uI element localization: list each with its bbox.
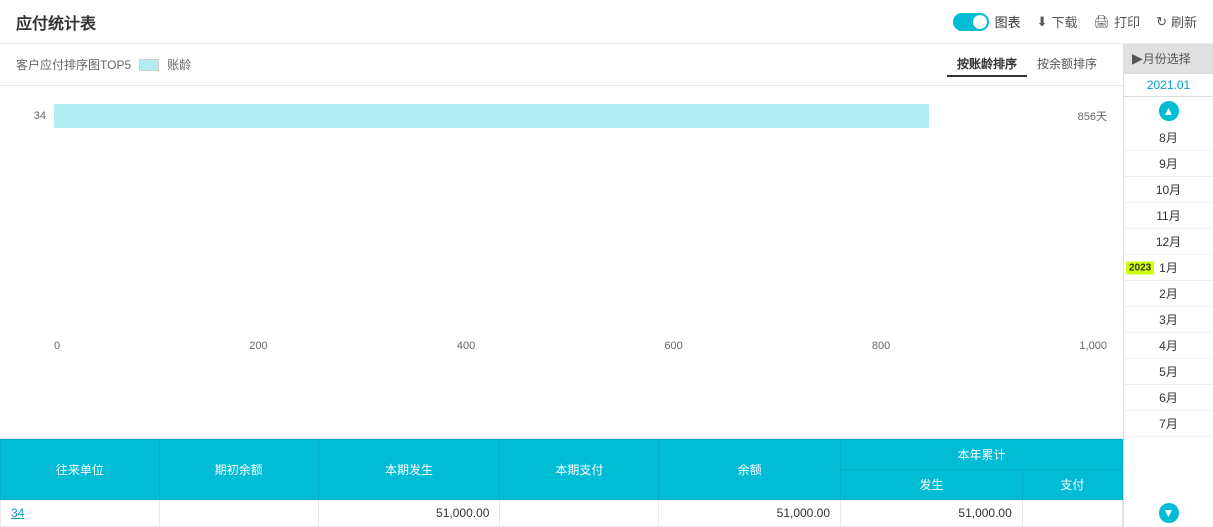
- sidebar-month-item[interactable]: 11月: [1124, 203, 1213, 229]
- print-icon: 🖨: [1094, 14, 1111, 30]
- bar-row: 34 856天: [16, 96, 1107, 136]
- col-ytd-occur-header: 发生: [841, 470, 1023, 500]
- chart-toggle-container[interactable]: 图表: [953, 12, 1021, 31]
- download-button[interactable]: ⬇ 下载: [1037, 12, 1078, 31]
- col-balance-header: 余额: [659, 440, 841, 500]
- table-body: 34 51,000.00 51,000.00 51,000.00: [1, 500, 1123, 527]
- x-axis-0: 0: [54, 340, 60, 352]
- sidebar-scroll-down-button[interactable]: ▼: [1124, 499, 1213, 527]
- refresh-label: 刷新: [1171, 12, 1197, 31]
- x-axis-400: 400: [457, 340, 475, 352]
- sidebar-month-item[interactable]: 8月: [1124, 125, 1213, 151]
- sidebar-month-item[interactable]: 20231月: [1124, 255, 1213, 281]
- sidebar-month-item[interactable]: 6月: [1124, 385, 1213, 411]
- month-list: 8月9月10月11月12月20231月2月3月4月5月6月7月: [1124, 125, 1213, 499]
- header-actions: 图表 ⬇ 下载 🖨 打印 ↻ 刷新: [953, 12, 1197, 31]
- bar-row-label: 34: [16, 110, 46, 122]
- print-button[interactable]: 🖨 打印: [1094, 12, 1141, 31]
- col-unit-header: 往来单位: [1, 440, 160, 500]
- sidebar-month-item[interactable]: 3月: [1124, 307, 1213, 333]
- x-axis-200: 200: [249, 340, 267, 352]
- bar-chart: 34 856天: [16, 96, 1107, 336]
- chart-legend: 客户应付排序图TOP5 账龄: [16, 56, 191, 73]
- legend-title: 客户应付排序图TOP5: [16, 56, 131, 73]
- down-arrow-icon: ▼: [1159, 503, 1179, 523]
- sidebar-header-text: 月份选择: [1143, 50, 1205, 67]
- bar-end-label: 856天: [1078, 108, 1107, 124]
- bar-track: [54, 104, 1072, 128]
- data-table: 往来单位 期初余额 本期发生 本期支付 余额 本年累计 发生 支付: [0, 439, 1123, 527]
- cell-balance: 51,000.00: [659, 500, 841, 527]
- up-arrow-icon: ▲: [1159, 101, 1179, 121]
- table-section: 往来单位 期初余额 本期发生 本期支付 余额 本年累计 发生 支付: [0, 438, 1123, 527]
- chart-inner: 34 856天 0 200 400 600 800: [16, 96, 1107, 376]
- month-display[interactable]: 2021.01: [1124, 74, 1213, 97]
- sidebar-scroll-up-button[interactable]: ▲: [1124, 97, 1213, 125]
- col-opening-header: 期初余额: [159, 440, 318, 500]
- x-axis: 0 200 400 600 800 1,000: [16, 340, 1107, 352]
- chart-toggle-label: 图表: [995, 12, 1021, 31]
- print-label: 打印: [1114, 12, 1140, 31]
- cell-opening: [159, 500, 318, 527]
- col-current-pay-header: 本期支付: [500, 440, 659, 500]
- chart-toggle[interactable]: [953, 13, 989, 31]
- cell-unit[interactable]: 34: [1, 500, 160, 527]
- sidebar-month-item[interactable]: 9月: [1124, 151, 1213, 177]
- table-row: 34 51,000.00 51,000.00 51,000.00: [1, 500, 1123, 527]
- sidebar-month-item[interactable]: 5月: [1124, 359, 1213, 385]
- sidebar: ▶ 月份选择 2021.01 ▲ 8月9月10月11月12月20231月2月3月…: [1123, 44, 1213, 527]
- chart-area: 34 856天 0 200 400 600 800: [0, 86, 1123, 438]
- cell-current-occur: 51,000.00: [318, 500, 500, 527]
- cell-current-pay: [500, 500, 659, 527]
- x-axis-600: 600: [664, 340, 682, 352]
- sort-tab-age[interactable]: 按账龄排序: [947, 52, 1027, 77]
- cell-ytd-occur: 51,000.00: [841, 500, 1023, 527]
- col-ytd-header: 本年累计: [841, 440, 1123, 470]
- legend-box-label: 账龄: [167, 56, 191, 73]
- table-header-row-1: 往来单位 期初余额 本期发生 本期支付 余额 本年累计: [1, 440, 1123, 470]
- col-ytd-pay-header: 支付: [1022, 470, 1122, 500]
- sidebar-month-item[interactable]: 4月: [1124, 333, 1213, 359]
- sort-tabs: 按账龄排序 按余额排序: [947, 52, 1107, 77]
- chart-header: 客户应付排序图TOP5 账龄 按账龄排序 按余额排序: [0, 44, 1123, 86]
- download-icon: ⬇: [1037, 14, 1048, 30]
- x-axis-1000: 1,000: [1079, 340, 1107, 352]
- sidebar-month-item[interactable]: 7月: [1124, 411, 1213, 437]
- sidebar-month-item[interactable]: 10月: [1124, 177, 1213, 203]
- sort-tab-balance[interactable]: 按余额排序: [1027, 52, 1107, 77]
- refresh-button[interactable]: ↻ 刷新: [1156, 12, 1197, 31]
- bar-fill: [54, 104, 929, 128]
- col-current-occur-header: 本期发生: [318, 440, 500, 500]
- legend-box: [139, 59, 159, 71]
- refresh-icon: ↻: [1156, 14, 1167, 30]
- sidebar-expand-icon: ▶: [1132, 50, 1143, 67]
- cell-ytd-pay: [1022, 500, 1122, 527]
- sidebar-month-item[interactable]: 12月: [1124, 229, 1213, 255]
- page-title: 应付统计表: [16, 10, 96, 34]
- sidebar-header[interactable]: ▶ 月份选择: [1124, 44, 1213, 74]
- download-label: 下载: [1052, 12, 1078, 31]
- sidebar-month-item[interactable]: 2月: [1124, 281, 1213, 307]
- x-axis-800: 800: [872, 340, 890, 352]
- year-badge: 2023: [1126, 261, 1154, 274]
